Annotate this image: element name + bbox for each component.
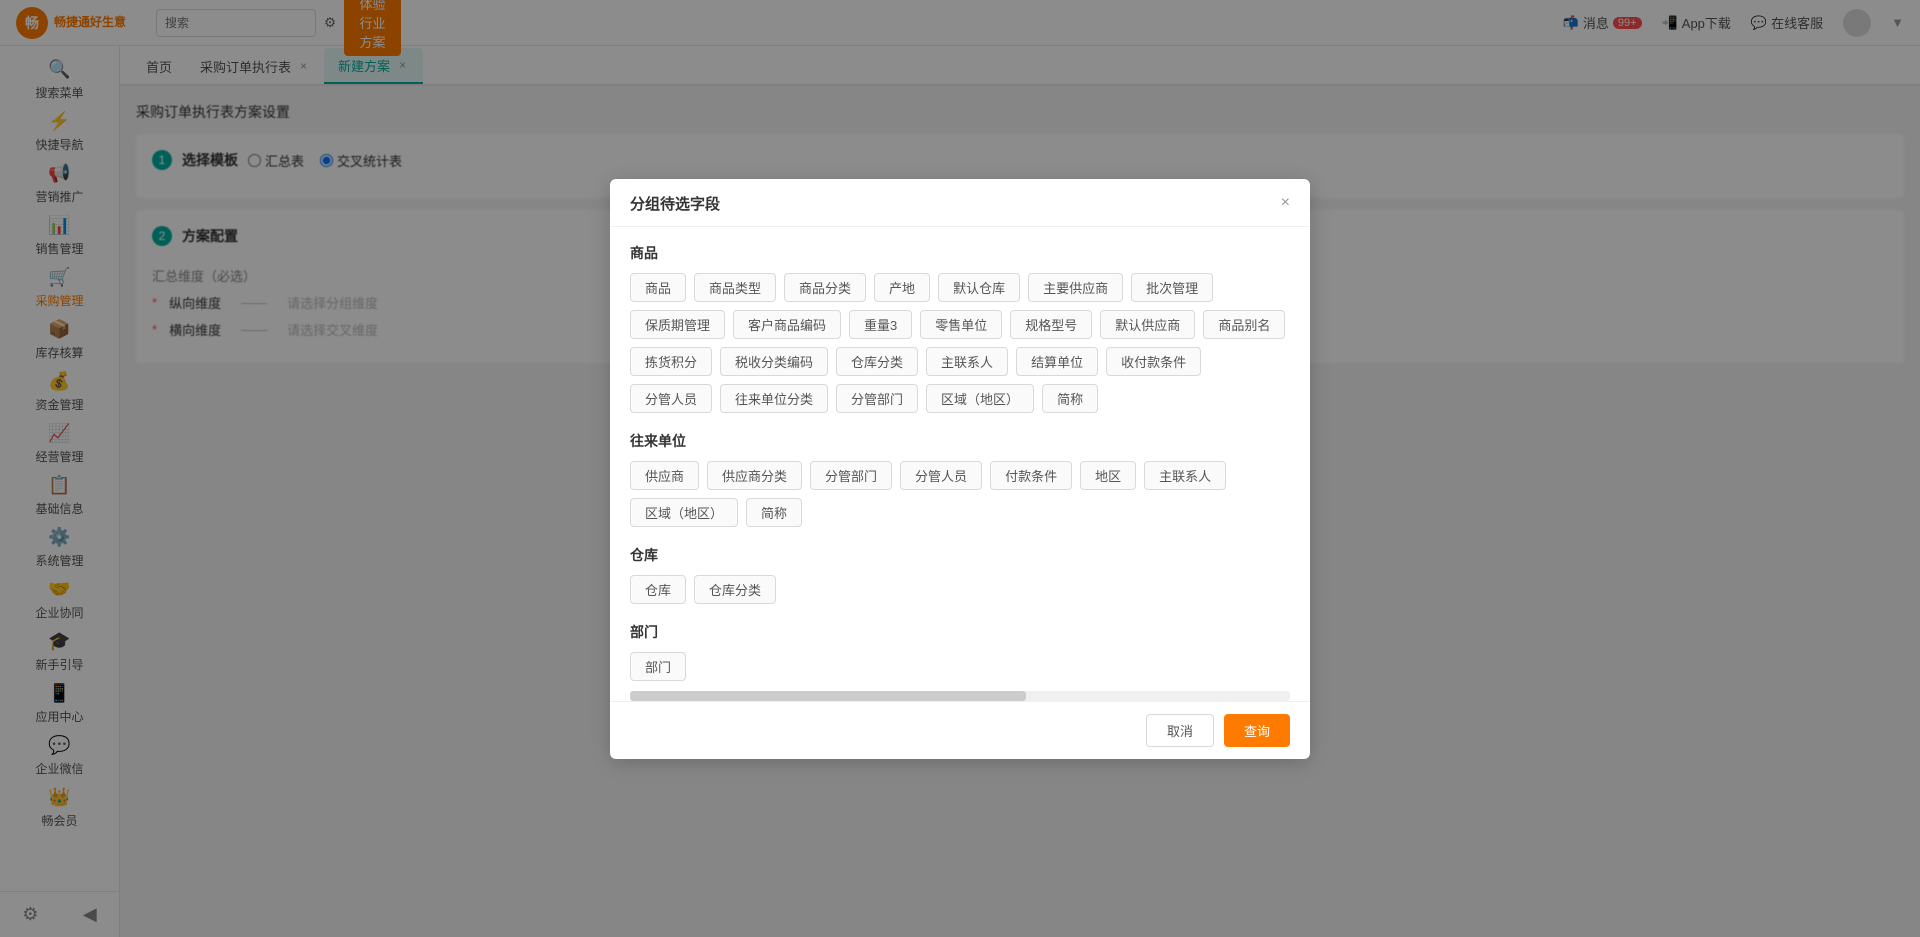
field-tag-1-5[interactable]: 地区 bbox=[1080, 461, 1136, 490]
field-tag-0-5[interactable]: 主要供应商 bbox=[1028, 273, 1123, 302]
field-tag-0-6[interactable]: 批次管理 bbox=[1131, 273, 1213, 302]
modal-close-button[interactable]: × bbox=[1281, 195, 1290, 211]
field-tag-0-16[interactable]: 仓库分类 bbox=[836, 347, 918, 376]
field-tags-0: 商品商品类型商品分类产地默认仓库主要供应商批次管理保质期管理客户商品编码重量3 零… bbox=[630, 273, 1290, 413]
field-group-往来单位: 往来单位供应商供应商分类分管部门分管人员付款条件地区主联系人区域（地区） 简称 bbox=[630, 431, 1290, 527]
modal-title: 分组待选字段 bbox=[630, 193, 720, 214]
field-tag-0-13[interactable]: 商品别名 bbox=[1203, 310, 1285, 339]
field-tag-1-0[interactable]: 供应商 bbox=[630, 461, 699, 490]
field-tag-0-9[interactable]: 重量3 bbox=[849, 310, 912, 339]
field-tag-0-15[interactable]: 税收分类编码 bbox=[720, 347, 828, 376]
field-tag-0-3[interactable]: 产地 bbox=[874, 273, 930, 302]
field-tag-1-3[interactable]: 分管人员 bbox=[900, 461, 982, 490]
field-group-仓库: 仓库仓库仓库分类 bbox=[630, 545, 1290, 604]
field-tag-0-0[interactable]: 商品 bbox=[630, 273, 686, 302]
field-tag-0-1[interactable]: 商品类型 bbox=[694, 273, 776, 302]
field-tags-1: 供应商供应商分类分管部门分管人员付款条件地区主联系人区域（地区） 简称 bbox=[630, 461, 1290, 527]
field-tag-0-10[interactable]: 零售单位 bbox=[920, 310, 1002, 339]
field-tag-1-7[interactable]: 区域（地区） bbox=[630, 498, 738, 527]
field-select-modal: 分组待选字段 × 商品商品商品类型商品分类产地默认仓库主要供应商批次管理保质期管… bbox=[610, 179, 1310, 759]
field-tag-0-4[interactable]: 默认仓库 bbox=[938, 273, 1020, 302]
field-group-title-1: 往来单位 bbox=[630, 431, 1290, 451]
field-tag-2-1[interactable]: 仓库分类 bbox=[694, 575, 776, 604]
field-tag-0-2[interactable]: 商品分类 bbox=[784, 273, 866, 302]
modal-hscroll-thumb bbox=[630, 691, 1026, 701]
field-group-title-2: 仓库 bbox=[630, 545, 1290, 565]
field-tag-1-2[interactable]: 分管部门 bbox=[810, 461, 892, 490]
field-tag-0-18[interactable]: 结算单位 bbox=[1016, 347, 1098, 376]
field-tag-0-21[interactable]: 往来单位分类 bbox=[720, 384, 828, 413]
field-tag-1-8[interactable]: 简称 bbox=[746, 498, 802, 527]
field-tags-3: 部门 bbox=[630, 652, 1290, 681]
field-tag-1-1[interactable]: 供应商分类 bbox=[707, 461, 802, 490]
field-tags-2: 仓库仓库分类 bbox=[630, 575, 1290, 604]
modal-horizontal-scrollbar[interactable] bbox=[630, 691, 1290, 701]
field-tag-0-20[interactable]: 分管人员 bbox=[630, 384, 712, 413]
field-group-title-0: 商品 bbox=[630, 243, 1290, 263]
field-tag-1-6[interactable]: 主联系人 bbox=[1144, 461, 1226, 490]
field-tag-0-24[interactable]: 简称 bbox=[1042, 384, 1098, 413]
field-tag-0-19[interactable]: 收付款条件 bbox=[1106, 347, 1201, 376]
modal-footer: 取消 查询 bbox=[610, 701, 1310, 759]
modal-overlay: 分组待选字段 × 商品商品商品类型商品分类产地默认仓库主要供应商批次管理保质期管… bbox=[0, 0, 1920, 937]
field-group-部门: 部门部门 bbox=[630, 622, 1290, 681]
field-group-商品: 商品商品商品类型商品分类产地默认仓库主要供应商批次管理保质期管理客户商品编码重量… bbox=[630, 243, 1290, 413]
field-tag-2-0[interactable]: 仓库 bbox=[630, 575, 686, 604]
field-tag-0-11[interactable]: 规格型号 bbox=[1010, 310, 1092, 339]
field-tag-0-8[interactable]: 客户商品编码 bbox=[733, 310, 841, 339]
field-tag-0-23[interactable]: 区域（地区） bbox=[926, 384, 1034, 413]
confirm-button[interactable]: 查询 bbox=[1224, 714, 1290, 747]
modal-body[interactable]: 商品商品商品类型商品分类产地默认仓库主要供应商批次管理保质期管理客户商品编码重量… bbox=[610, 227, 1310, 691]
field-group-title-3: 部门 bbox=[630, 622, 1290, 642]
cancel-button[interactable]: 取消 bbox=[1146, 714, 1214, 747]
field-tag-0-12[interactable]: 默认供应商 bbox=[1100, 310, 1195, 339]
field-tag-0-22[interactable]: 分管部门 bbox=[836, 384, 918, 413]
field-tag-1-4[interactable]: 付款条件 bbox=[990, 461, 1072, 490]
field-tag-0-17[interactable]: 主联系人 bbox=[926, 347, 1008, 376]
field-tag-0-7[interactable]: 保质期管理 bbox=[630, 310, 725, 339]
modal-header: 分组待选字段 × bbox=[610, 179, 1310, 227]
field-tag-3-0[interactable]: 部门 bbox=[630, 652, 686, 681]
field-tag-0-14[interactable]: 拣货积分 bbox=[630, 347, 712, 376]
